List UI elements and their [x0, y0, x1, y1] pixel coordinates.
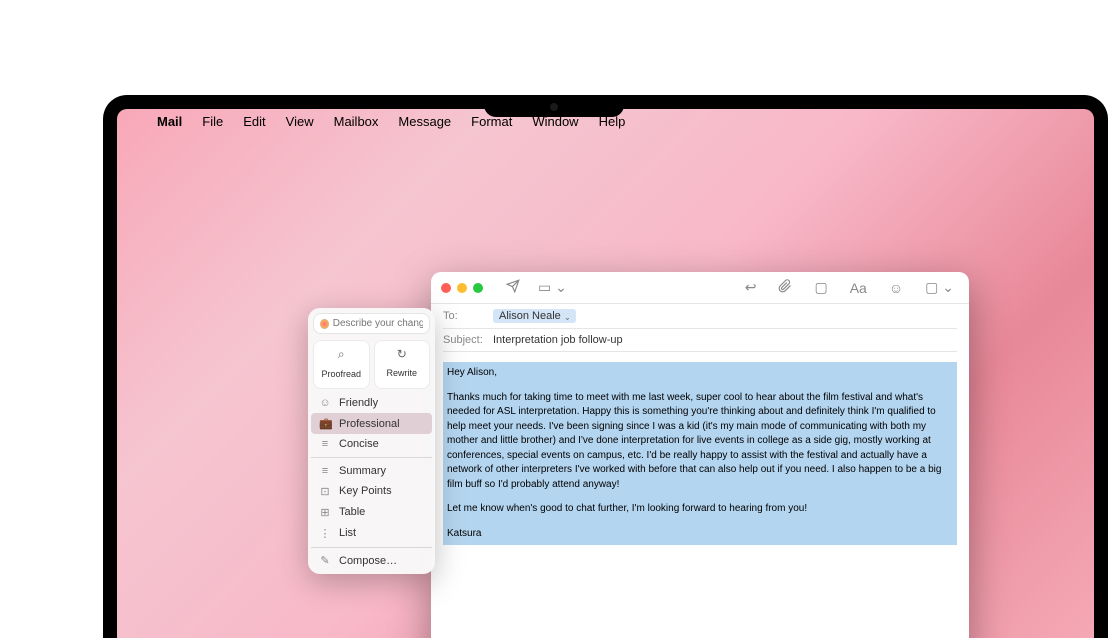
menu-message[interactable]: Message — [388, 111, 461, 132]
compose-item[interactable]: ✎ Compose… — [311, 550, 432, 571]
close-button[interactable] — [441, 283, 451, 293]
transform-summary[interactable]: ≡ Summary — [311, 461, 432, 481]
tone-list: ☺ Friendly 💼 Professional ≡ Concise — [311, 393, 432, 454]
send-icon[interactable] — [501, 277, 525, 298]
transform-keypoints[interactable]: ⊡ Key Points — [311, 481, 432, 502]
minimize-button[interactable] — [457, 283, 467, 293]
summary-icon: ≡ — [319, 465, 331, 477]
subject-label: Subject: — [443, 334, 493, 346]
transform-table[interactable]: ⊞ Table — [311, 502, 432, 523]
header-dropdown-icon[interactable]: ▭ ⌄ — [533, 277, 572, 298]
subject-row[interactable]: Subject: Interpretation job follow-up — [443, 329, 957, 352]
greeting: Hey Alison, — [447, 366, 953, 381]
tone-friendly[interactable]: ☺ Friendly — [311, 393, 432, 413]
tone-concise[interactable]: ≡ Concise — [311, 434, 432, 454]
mail-body[interactable]: Hey Alison, Thanks much for taking time … — [431, 352, 969, 555]
table-icon: ⊞ — [319, 506, 331, 519]
to-label: To: — [443, 310, 493, 322]
apple-menu[interactable] — [127, 118, 147, 124]
writing-tools-describe-input[interactable] — [313, 313, 430, 334]
sparkle-icon — [320, 319, 329, 329]
rewrite-button[interactable]: ↻ Rewrite — [374, 340, 431, 389]
subject-value: Interpretation job follow-up — [493, 334, 623, 346]
menu-edit[interactable]: Edit — [233, 111, 275, 132]
more-dropdown-icon[interactable]: ▢ ⌄ — [920, 277, 959, 298]
writing-tools-panel: ⌕ Proofread ↻ Rewrite ☺ Friendly 💼 Profe… — [308, 308, 435, 574]
attach-icon[interactable] — [773, 277, 797, 298]
to-row[interactable]: To: Alison Neale — [443, 304, 957, 329]
body-paragraph: Thanks much for taking time to meet with… — [447, 391, 953, 493]
signature: Katsura — [447, 527, 953, 542]
reply-icon[interactable]: ↩ — [740, 277, 762, 298]
refresh-icon: ↻ — [379, 347, 426, 361]
briefcase-icon: 💼 — [319, 417, 331, 430]
menu-view[interactable]: View — [276, 111, 324, 132]
desktop: Mail File Edit View Mailbox Message Form… — [103, 95, 1108, 638]
mail-compose-window: ▭ ⌄ ↩ ▢ Aa ☺ ▢ ⌄ To: Alison Neale Subjec… — [431, 272, 969, 638]
proofread-button[interactable]: ⌕ Proofread — [313, 340, 370, 389]
list-icon: ⋮ — [319, 527, 331, 540]
mail-toolbar: ▭ ⌄ ↩ ▢ Aa ☺ ▢ ⌄ — [431, 272, 969, 304]
emoji-icon[interactable]: ☺ — [884, 278, 908, 298]
menu-file[interactable]: File — [192, 111, 233, 132]
transform-list[interactable]: ⋮ List — [311, 523, 432, 544]
selected-text-block: Hey Alison, Thanks much for taking time … — [443, 362, 957, 545]
describe-change-field[interactable] — [333, 318, 423, 329]
fullscreen-button[interactable] — [473, 283, 483, 293]
format-icon[interactable]: Aa — [845, 278, 872, 298]
app-menu[interactable]: Mail — [147, 111, 192, 132]
smile-icon: ☺ — [319, 397, 331, 409]
window-controls — [441, 283, 483, 293]
tone-professional[interactable]: 💼 Professional — [311, 413, 432, 434]
pencil-icon: ✎ — [319, 554, 331, 567]
transform-list: ≡ Summary ⊡ Key Points ⊞ Table ⋮ List — [311, 461, 432, 544]
closing-paragraph: Let me know when's good to chat further,… — [447, 502, 953, 517]
photo-icon[interactable]: ▢ — [809, 277, 832, 298]
recipient-pill[interactable]: Alison Neale — [493, 309, 576, 323]
magnify-icon: ⌕ — [318, 347, 365, 362]
menu-mailbox[interactable]: Mailbox — [324, 111, 389, 132]
lines-icon: ≡ — [319, 438, 331, 450]
keypoints-icon: ⊡ — [319, 485, 331, 498]
